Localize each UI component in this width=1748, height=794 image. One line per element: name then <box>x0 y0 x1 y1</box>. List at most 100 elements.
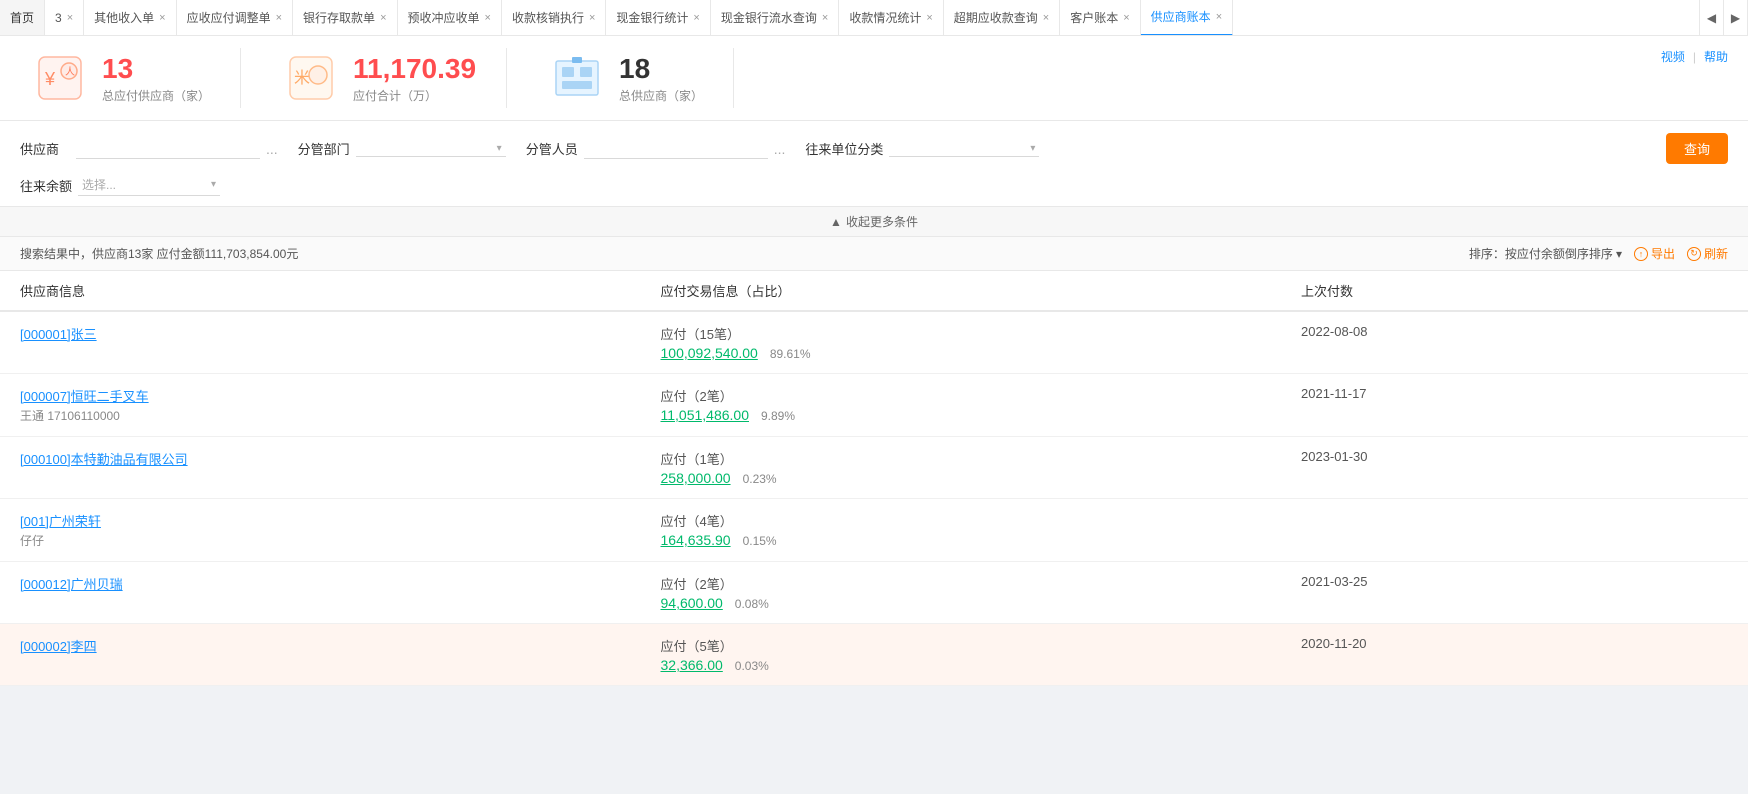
close-icon[interactable]: × <box>1216 11 1222 23</box>
nav-tab-collection[interactable]: 收款核销执行 × <box>502 0 606 36</box>
nav-tab-customer-book[interactable]: 客户账本 × <box>1060 0 1140 36</box>
payable-amount[interactable]: 11,051,486.00 <box>661 407 750 423</box>
payable-amount[interactable]: 94,600.00 <box>661 595 723 611</box>
filter-row-1: 供应商 ... 分管部门 ▾ 分管人员 ... 往来单位分类 ▾ 查询 <box>20 133 1728 164</box>
close-icon[interactable]: × <box>1123 12 1129 24</box>
col-header-lastpay: 上次付数 <box>1301 281 1728 300</box>
payable-percent: 0.08% <box>735 597 769 611</box>
close-icon[interactable]: × <box>276 12 282 24</box>
export-label: 导出 <box>1651 245 1675 262</box>
help-link[interactable]: 帮助 <box>1704 48 1728 65</box>
chevron-down-icon: ▾ <box>1616 247 1622 261</box>
payable-total-number: 11,170.39 <box>353 52 476 86</box>
nav-tab-home[interactable]: 首页 <box>0 0 45 36</box>
last-pay-cell: 2022-08-08 <box>1301 324 1728 339</box>
close-icon[interactable]: × <box>589 12 595 24</box>
refresh-button[interactable]: ↻ 刷新 <box>1687 245 1728 262</box>
balance-select[interactable]: 选择... ▾ <box>78 174 220 196</box>
payable-info-cell: 应付（2笔） 94,600.00 0.08% <box>661 574 1302 611</box>
close-icon[interactable]: × <box>159 12 165 24</box>
supplier-input[interactable] <box>76 139 260 159</box>
supplier-link[interactable]: [000002]李四 <box>20 636 661 655</box>
filter-row-2: 往来余额 选择... ▾ <box>20 174 1728 196</box>
supplier-link[interactable]: [001]广州荣轩 <box>20 511 661 530</box>
nav-arrows: ◀ ▶ <box>1699 0 1748 36</box>
stat-content-total-suppliers: 18 总供应商（家） <box>619 52 703 105</box>
top-right-links: 视频 | 帮助 <box>1661 48 1728 65</box>
person-dots[interactable]: ... <box>774 141 786 157</box>
payable-amount[interactable]: 32,366.00 <box>661 657 723 673</box>
nav-tab-bank[interactable]: 银行存取款单 × <box>293 0 397 36</box>
close-icon[interactable]: × <box>926 12 932 24</box>
nav-tab-3[interactable]: 3 × <box>45 0 84 36</box>
dept-select[interactable]: ▾ <box>356 141 506 157</box>
table-row: [000002]李四 应付（5笔） 32,366.00 0.03% 2020-1… <box>0 624 1748 686</box>
last-pay-cell: 2020-11-20 <box>1301 636 1728 651</box>
person-label: 分管人员 <box>526 139 578 158</box>
table-row: [000012]广州贝瑞 应付（2笔） 94,600.00 0.08% 2021… <box>0 562 1748 624</box>
stat-card-total-suppliers: 18 总供应商（家） <box>537 48 734 108</box>
supplier-info-cell: [000002]李四 <box>20 636 661 655</box>
payable-info-cell: 应付（2笔） 11,051,486.00 9.89% <box>661 386 1302 423</box>
result-text: 搜索结果中，供应商13家 应付金额111,703,854.00元 <box>20 245 298 262</box>
nav-tab-adjustment[interactable]: 应收应付调整单 × <box>177 0 293 36</box>
nav-prev-arrow[interactable]: ◀ <box>1700 0 1724 36</box>
supplier-link[interactable]: [000001]张三 <box>20 324 661 343</box>
chevron-down-icon: ▾ <box>211 179 216 190</box>
svg-text:米: 米 <box>294 69 310 87</box>
last-pay-cell: 2021-03-25 <box>1301 574 1728 589</box>
supplier-link[interactable]: [000012]广州贝瑞 <box>20 574 661 593</box>
table-header: 供应商信息 应付交易信息（占比） 上次付数 <box>0 271 1748 312</box>
payable-total-label: 应付合计（万） <box>353 87 476 104</box>
table-row: [000007]恒旺二手叉车 王通 17106110000 应付（2笔） 11,… <box>0 374 1748 437</box>
supplier-link[interactable]: [000100]本特勤油品有限公司 <box>20 449 661 468</box>
person-input[interactable] <box>584 139 768 159</box>
close-icon[interactable]: × <box>1043 12 1049 24</box>
nav-tab-collection-stats[interactable]: 收款情况统计 × <box>839 0 943 36</box>
payable-count: 应付（2笔） <box>661 574 1302 593</box>
total-suppliers-label: 总供应商（家） <box>619 87 703 104</box>
close-icon[interactable]: × <box>693 12 699 24</box>
result-bar: 搜索结果中，供应商13家 应付金额111,703,854.00元 排序：按应付余… <box>0 237 1748 271</box>
table-row: [000100]本特勤油品有限公司 应付（1笔） 258,000.00 0.23… <box>0 437 1748 499</box>
nav-tab-overdue[interactable]: 超期应收款查询 × <box>944 0 1060 36</box>
nav-tab-cash-stats[interactable]: 现金银行统计 × <box>606 0 710 36</box>
close-icon[interactable]: × <box>380 12 386 24</box>
payable-percent: 9.89% <box>761 409 795 423</box>
nav-tab-cash-flow[interactable]: 现金银行流水查询 × <box>711 0 839 36</box>
category-select[interactable]: ▾ <box>889 141 1039 157</box>
sort-button[interactable]: 排序：按应付余额倒序排序 ▾ <box>1469 245 1622 262</box>
payable-amount[interactable]: 164,635.90 <box>661 532 731 548</box>
close-icon[interactable]: × <box>822 12 828 24</box>
payable-count: 应付（15笔） <box>661 324 1302 343</box>
nav-tab-prepay[interactable]: 预收冲应收单 × <box>398 0 502 36</box>
chevron-up-icon: ▲ <box>830 215 842 229</box>
svg-text:人: 人 <box>65 66 75 78</box>
payable-suppliers-icon: ¥ 人 <box>30 48 90 108</box>
col-header-supplier: 供应商信息 <box>20 281 661 300</box>
category-label: 往来单位分类 <box>805 139 883 158</box>
payable-amount[interactable]: 258,000.00 <box>661 470 731 486</box>
payable-amount[interactable]: 100,092,540.00 <box>661 345 758 361</box>
video-link[interactable]: 视频 <box>1661 48 1685 65</box>
col-header-payable: 应付交易信息（占比） <box>661 281 1302 300</box>
payable-count: 应付（2笔） <box>661 386 1302 405</box>
nav-next-arrow[interactable]: ▶ <box>1724 0 1748 36</box>
payable-count: 应付（1笔） <box>661 449 1302 468</box>
refresh-label: 刷新 <box>1704 245 1728 262</box>
supplier-link[interactable]: [000007]恒旺二手叉车 <box>20 386 661 405</box>
balance-placeholder: 选择... <box>82 176 116 193</box>
export-button[interactable]: ↑ 导出 <box>1634 245 1675 262</box>
close-icon[interactable]: × <box>485 12 491 24</box>
nav-tab-other-income[interactable]: 其他收入单 × <box>84 0 176 36</box>
supplier-dots[interactable]: ... <box>266 141 278 157</box>
collapse-bar[interactable]: ▲ 收起更多条件 <box>0 206 1748 236</box>
close-icon[interactable]: × <box>67 12 73 24</box>
nav-tab-supplier-book[interactable]: 供应商账本 × <box>1141 0 1233 36</box>
last-pay-date: 2022-08-08 <box>1301 324 1368 339</box>
supplier-info-cell: [000012]广州贝瑞 <box>20 574 661 593</box>
search-button[interactable]: 查询 <box>1666 133 1728 164</box>
table-container: 供应商信息 应付交易信息（占比） 上次付数 [000001]张三 应付（15笔）… <box>0 271 1748 686</box>
supplier-sub-info: 王通 17106110000 <box>20 407 661 424</box>
last-pay-date: 2020-11-20 <box>1301 636 1367 651</box>
